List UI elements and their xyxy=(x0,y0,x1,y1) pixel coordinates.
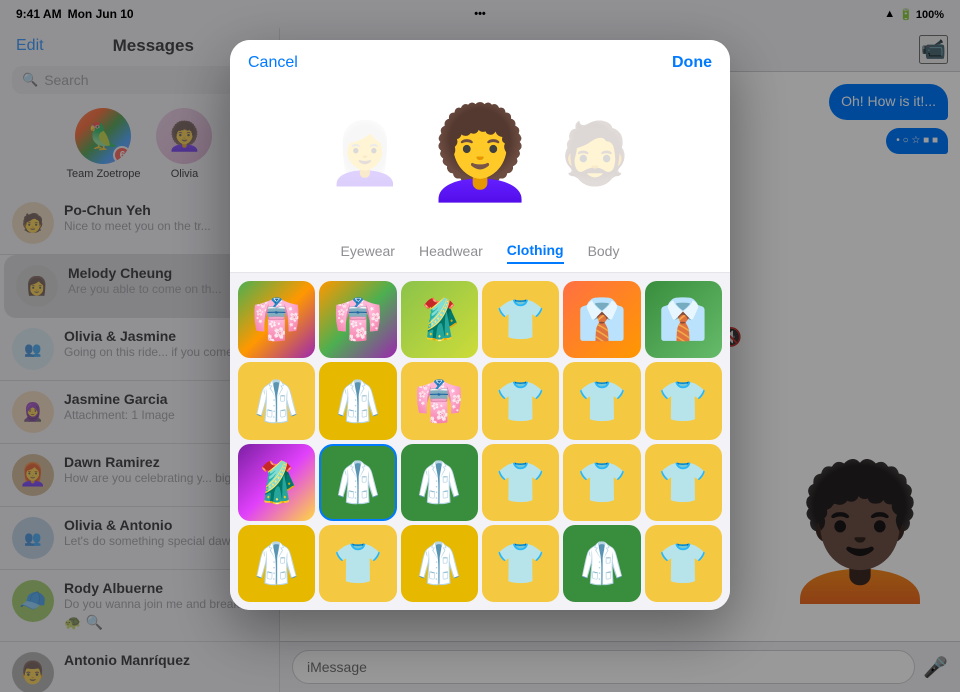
clothing-item[interactable]: 🥻 xyxy=(401,281,478,358)
done-button[interactable]: Done xyxy=(672,54,712,72)
clothing-item[interactable]: 👘 xyxy=(238,281,315,358)
clothing-item[interactable]: 🥼 xyxy=(563,525,640,602)
clothing-body-icon: 👕 xyxy=(563,362,640,439)
clothing-item[interactable]: 🥼 xyxy=(238,362,315,439)
clothing-body-icon: 🥼 xyxy=(401,444,478,521)
clothing-body-icon: 👕 xyxy=(482,525,559,602)
clothing-grid: 👘 👘 🥻 👕 👔 👔 🥼 🥼 xyxy=(230,273,730,610)
clothing-item[interactable]: 👕 xyxy=(319,525,396,602)
clothing-item[interactable]: 👕 xyxy=(482,362,559,439)
clothing-item[interactable]: 👔 xyxy=(645,281,722,358)
clothing-item[interactable]: 👕 xyxy=(645,362,722,439)
clothing-body-icon: 🥻 xyxy=(401,281,478,358)
clothing-body-icon: 👕 xyxy=(645,444,722,521)
clothing-body-icon: 👕 xyxy=(319,525,396,602)
clothing-item[interactable]: 🥼 xyxy=(401,525,478,602)
clothing-body-icon: 🥼 xyxy=(319,362,396,439)
clothing-body-icon: 👕 xyxy=(482,444,559,521)
clothing-body-icon: 🥼 xyxy=(238,525,315,602)
clothing-item[interactable]: 🥼 xyxy=(401,444,478,521)
clothing-item[interactable]: 👕 xyxy=(482,525,559,602)
cancel-button[interactable]: Cancel xyxy=(248,54,298,72)
clothing-item[interactable]: 👕 xyxy=(563,444,640,521)
memoji-preview-center: 👩‍🦱 xyxy=(420,88,540,218)
tab-body[interactable]: Body xyxy=(588,238,620,264)
modal-header: Cancel Done xyxy=(230,40,730,80)
clothing-body-icon: 👕 xyxy=(645,525,722,602)
clothing-body-icon: 👕 xyxy=(645,362,722,439)
clothing-body-icon: 🥼 xyxy=(321,446,394,519)
clothing-item[interactable]: 👘 xyxy=(319,281,396,358)
clothing-body-icon: 👕 xyxy=(482,281,559,358)
clothing-body-icon: 🥼 xyxy=(563,525,640,602)
clothing-body-icon: 👕 xyxy=(482,362,559,439)
clothing-item[interactable]: 👕 xyxy=(563,362,640,439)
clothing-item[interactable]: 👔 xyxy=(563,281,640,358)
clothing-item[interactable]: 🥼 xyxy=(238,525,315,602)
clothing-item[interactable]: 👕 xyxy=(482,281,559,358)
clothing-item[interactable]: 🥼 xyxy=(319,362,396,439)
clothing-item[interactable]: 👕 xyxy=(645,444,722,521)
clothing-body-icon: 👕 xyxy=(563,444,640,521)
category-tabs: Eyewear Headwear Clothing Body xyxy=(230,230,730,273)
clothing-item[interactable]: 👕 xyxy=(482,444,559,521)
clothing-item[interactable]: 🥻 xyxy=(238,444,315,521)
tab-eyewear[interactable]: Eyewear xyxy=(341,238,395,264)
clothing-item[interactable]: 👕 xyxy=(645,525,722,602)
memoji-editor-modal: Cancel Done 👩‍🦳 👩‍🦱 🧔 Eyewear Headwear C… xyxy=(230,40,730,610)
clothing-body-icon: 🥼 xyxy=(238,362,315,439)
memoji-preview-left: 👩‍🦳 xyxy=(320,98,410,208)
clothing-body-icon: 👔 xyxy=(645,281,722,358)
clothing-body-icon: 👘 xyxy=(319,281,396,358)
clothing-body-icon: 👘 xyxy=(238,281,315,358)
clothing-item-selected[interactable]: 🥼 xyxy=(319,444,396,521)
clothing-body-icon: 🥻 xyxy=(238,444,315,521)
clothing-item[interactable]: 👘 xyxy=(401,362,478,439)
memoji-preview-right: 🧔 xyxy=(550,98,640,208)
tab-headwear[interactable]: Headwear xyxy=(419,238,483,264)
clothing-body-icon: 🥼 xyxy=(401,525,478,602)
memoji-preview-row: 👩‍🦳 👩‍🦱 🧔 xyxy=(230,80,730,230)
tab-clothing[interactable]: Clothing xyxy=(507,238,564,264)
clothing-body-icon: 👔 xyxy=(563,281,640,358)
clothing-body-icon: 👘 xyxy=(401,362,478,439)
